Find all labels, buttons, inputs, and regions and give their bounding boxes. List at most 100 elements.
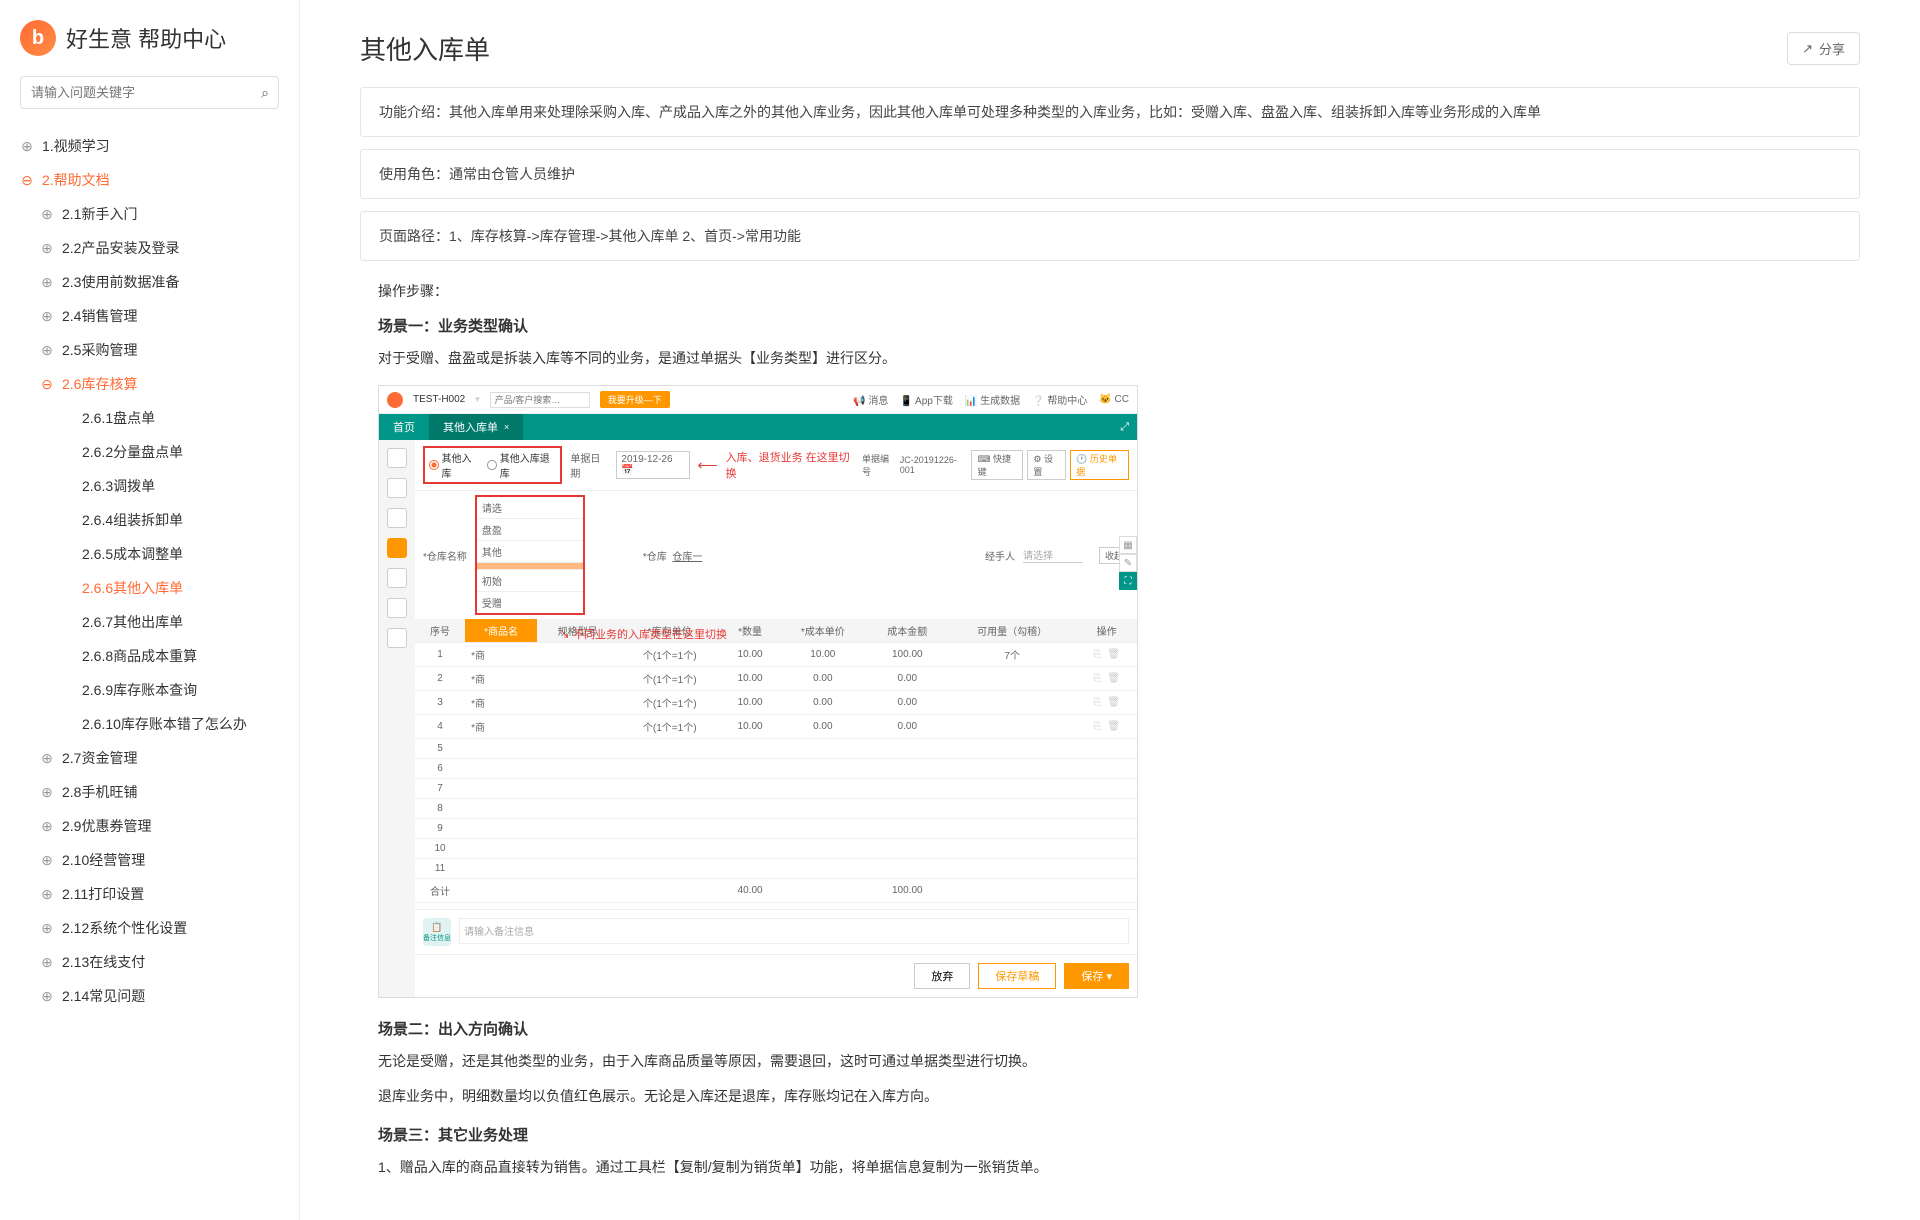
path-text: 1、库存核算->库存管理->其他入库单 2、首页->常用功能 bbox=[449, 228, 801, 244]
delete-icon: 🗑 bbox=[1107, 697, 1120, 708]
plus-icon: ⊕ bbox=[40, 853, 54, 867]
delete-icon: 🗑 bbox=[1107, 673, 1120, 684]
nav-2-6-9[interactable]: ⊕2.6.9库存账本查询 bbox=[20, 673, 279, 707]
nav-2-13[interactable]: ⊕2.13在线支付 bbox=[20, 945, 279, 979]
scene2-text1: 无论是受赠，还是其他类型的业务，由于入库商品质量等原因，需要退回，这时可通过单据… bbox=[378, 1049, 1842, 1074]
nav-video[interactable]: ⊕1.视频学习 bbox=[20, 129, 279, 163]
anno1: 入库、退货业务 在这里切换 bbox=[726, 449, 854, 481]
share-button[interactable]: ↗分享 bbox=[1787, 32, 1860, 65]
plus-icon: ⊕ bbox=[40, 309, 54, 323]
nav-2-14[interactable]: ⊕2.14常见问题 bbox=[20, 979, 279, 1013]
nav-label: 1.视频学习 bbox=[42, 136, 110, 156]
nav-2-10[interactable]: ⊕2.10经营管理 bbox=[20, 843, 279, 877]
date-input: 2019-12-26 📅 bbox=[616, 451, 689, 479]
search-input[interactable] bbox=[20, 76, 279, 109]
dd-item: 其他 bbox=[477, 540, 583, 562]
table-row: 5 bbox=[415, 739, 1137, 759]
side-icons: ▦ ✎ ⛶ bbox=[1119, 536, 1137, 590]
lb-icon-2 bbox=[387, 478, 407, 498]
search-icon[interactable]: ⌕ bbox=[261, 84, 269, 101]
copy-icon: ⎘ bbox=[1093, 697, 1101, 708]
mock-buttons: 放弃 保存草稿 保存 ▾ bbox=[415, 954, 1137, 997]
func-label: 功能介绍： bbox=[379, 104, 449, 120]
table-row: 2*商个(1个=1个)10.000.000.00⎘🗑 bbox=[415, 667, 1137, 691]
date-label: 单据日期 bbox=[570, 450, 608, 480]
help-icon: ❔ 帮助中心 bbox=[1032, 392, 1087, 407]
table-row: 7 bbox=[415, 779, 1137, 799]
main-content: 其他入库单 ↗分享 功能介绍：其他入库单用来处理除采购入库、产成品入库之外的其他… bbox=[300, 0, 1920, 1220]
nav-label: 2.6.7其他出库单 bbox=[82, 612, 183, 632]
nav-label: 2.4销售管理 bbox=[62, 306, 137, 326]
plus-icon: ⊕ bbox=[40, 955, 54, 969]
delete-icon: 🗑 bbox=[1107, 721, 1120, 732]
nav-label: 2.6.5成本调整单 bbox=[82, 544, 183, 564]
nav-2-7[interactable]: ⊕2.7资金管理 bbox=[20, 741, 279, 775]
table-row: 9 bbox=[415, 819, 1137, 839]
mock-upgrade: 我要升级—下 bbox=[600, 391, 670, 408]
wh-field: *仓库 仓库一 bbox=[643, 548, 702, 563]
dd-list: 盘盈 其他 初始 受赠 bbox=[477, 518, 583, 613]
nav-label: 2.6.4组装拆卸单 bbox=[82, 510, 183, 530]
table-row: 3*商个(1个=1个)10.000.000.00⎘🗑 bbox=[415, 691, 1137, 715]
nav-2-8[interactable]: ⊕2.8手机旺铺 bbox=[20, 775, 279, 809]
avatar-icon: 🐱 CC bbox=[1099, 394, 1129, 405]
radio-in: 其他入库 bbox=[429, 450, 479, 480]
nav-2-4[interactable]: ⊕ 2.4销售管理 bbox=[20, 299, 279, 333]
content-section: 操作步骤： 场景一：业务类型确认 对于受赠、盘盈或是拆装入库等不同的业务，是通过… bbox=[360, 281, 1860, 1180]
nav-2-1[interactable]: ⊕2.1新手入门 bbox=[20, 197, 279, 231]
title-row: 其他入库单 ↗分享 bbox=[360, 30, 1860, 67]
nav-2-3[interactable]: ⊕2.3使用前数据准备 bbox=[20, 265, 279, 299]
nav-label: 2.12系统个性化设置 bbox=[62, 918, 187, 938]
lb-icon-7 bbox=[387, 628, 407, 648]
radio-return: 其他入库退库 bbox=[487, 450, 556, 480]
nav-2-6-6[interactable]: ⊕2.6.6其他入库单 bbox=[20, 571, 279, 605]
nav-2-6-1[interactable]: ⊕2.6.1盘点单 bbox=[20, 401, 279, 435]
nav-help-docs[interactable]: ⊖2.帮助文档 bbox=[20, 163, 279, 197]
nav-label: 2.6.6其他入库单 bbox=[82, 578, 183, 598]
nav-2-12[interactable]: ⊕2.12系统个性化设置 bbox=[20, 911, 279, 945]
nav-2-6-8[interactable]: ⊕2.6.8商品成本重算 bbox=[20, 639, 279, 673]
remark-icon: 📋备注信息 bbox=[423, 918, 451, 946]
nav-2-6-4[interactable]: ⊕2.6.4组装拆卸单 bbox=[20, 503, 279, 537]
radio-icon bbox=[487, 460, 497, 470]
nav-2-6-7[interactable]: ⊕2.6.7其他出库单 bbox=[20, 605, 279, 639]
nav-2-6-5[interactable]: ⊕2.6.5成本调整单 bbox=[20, 537, 279, 571]
info-function: 功能介绍：其他入库单用来处理除采购入库、产成品入库之外的其他入库业务，因此其他入… bbox=[360, 87, 1860, 137]
copy-icon: ⎘ bbox=[1093, 673, 1101, 684]
nav-label: 2.6.8商品成本重算 bbox=[82, 646, 197, 666]
nav-label: 2.帮助文档 bbox=[42, 170, 110, 190]
nav-label: 2.2产品安装及登录 bbox=[62, 238, 179, 258]
mock-filter-row: *仓库名称 请选 盘盈 其他 初始 受赠 bbox=[415, 491, 1137, 619]
scene3-title: 场景三：其它业务处理 bbox=[378, 1124, 1842, 1145]
table-row: 11 bbox=[415, 859, 1137, 879]
th-op: 操作 bbox=[1076, 619, 1137, 643]
nav-label: 2.8手机旺铺 bbox=[62, 782, 137, 802]
nav-2-11[interactable]: ⊕2.11打印设置 bbox=[20, 877, 279, 911]
nav-2-2[interactable]: ⊕2.2产品安装及登录 bbox=[20, 231, 279, 265]
nav-label: 2.6.10库存账本错了怎么办 bbox=[82, 714, 247, 734]
nav-2-6-2[interactable]: ⊕2.6.2分量盘点单 bbox=[20, 435, 279, 469]
logo-area: b 好生意 帮助中心 bbox=[20, 20, 279, 56]
nav-2-5[interactable]: ⊕2.5采购管理 bbox=[20, 333, 279, 367]
remark-input: 请输入备注信息 bbox=[459, 918, 1129, 944]
lb-icon-5 bbox=[387, 568, 407, 588]
wh-label: *仓库名称 bbox=[423, 548, 467, 563]
docno-label: 单据编号 bbox=[862, 452, 896, 478]
mock-tab-home: 首页 bbox=[379, 414, 429, 440]
th-no: 序号 bbox=[415, 619, 465, 643]
nav-2-9[interactable]: ⊕2.9优惠券管理 bbox=[20, 809, 279, 843]
mock-leftbar bbox=[379, 440, 415, 997]
type-switch-box: 其他入库 其他入库退库 bbox=[423, 446, 562, 484]
nav-label: 2.6.9库存账本查询 bbox=[82, 680, 197, 700]
arrow-anno2: ↘ 不同业务的入库类型在这里切换 bbox=[559, 626, 727, 642]
nav-2-6-3[interactable]: ⊕2.6.3调拨单 bbox=[20, 469, 279, 503]
sum-row: 合计40.00100.00 bbox=[415, 879, 1137, 903]
nav-2-6[interactable]: ⊖2.6库存核算 bbox=[20, 367, 279, 401]
app-icon: 📱 App下载 bbox=[900, 392, 952, 407]
table-row: 8 bbox=[415, 799, 1137, 819]
lb-icon-4 bbox=[387, 538, 407, 558]
nav-2-6-10[interactable]: ⊕2.6.10库存账本错了怎么办 bbox=[20, 707, 279, 741]
toolbar-right: 单据编号 JC-20191226-001 ⌨ 快捷键 ⚙ 设置 🕐 历史单据 bbox=[862, 450, 1129, 480]
tb-history: 🕐 历史单据 bbox=[1070, 450, 1129, 480]
scene2-text2: 退库业务中，明细数量均以负值红色展示。无论是入库还是退库，库存账均记在入库方向。 bbox=[378, 1084, 1842, 1109]
